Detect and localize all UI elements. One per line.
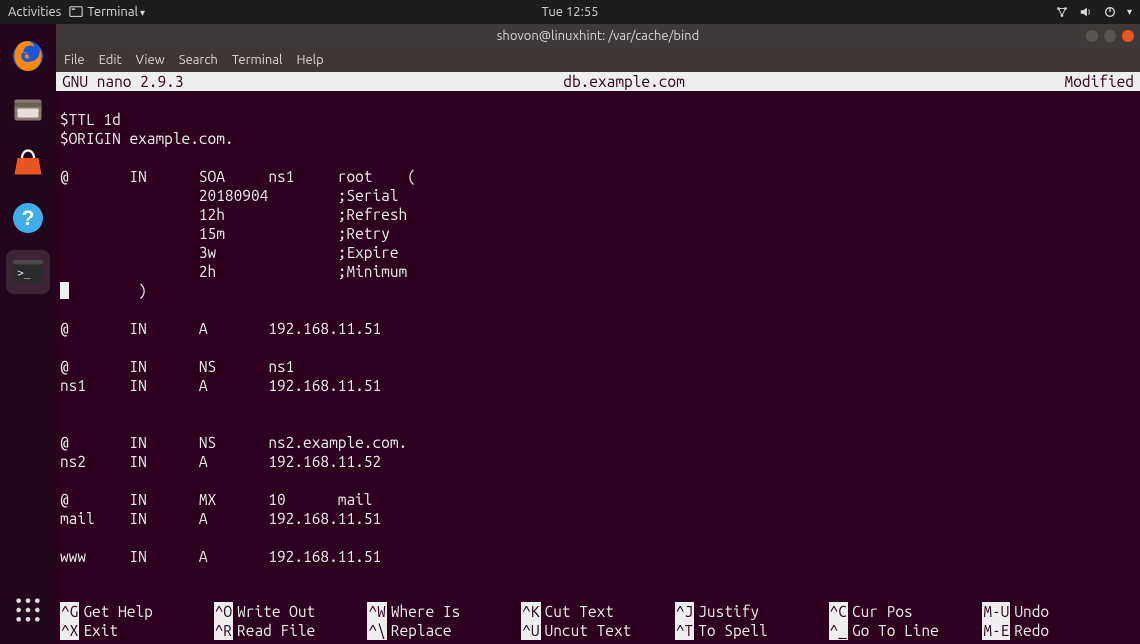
software-icon <box>10 146 46 182</box>
menu-terminal[interactable]: Terminal <box>232 53 283 67</box>
shortcut-label: Where Is <box>391 602 460 621</box>
shortcut-label: Write Out <box>237 602 315 621</box>
shortcut-label: Uncut Text <box>545 621 632 640</box>
nano-shortcut: M-ERedo <box>982 621 1136 640</box>
svg-text:?: ? <box>22 207 35 230</box>
nano-filename: db.example.com <box>184 72 1065 91</box>
window-minimize[interactable] <box>1086 30 1098 42</box>
nano-shortcut: ^K Cut Text <box>521 602 675 621</box>
shortcut-key: ^U <box>521 621 540 640</box>
shortcut-label: Cut Text <box>545 602 614 621</box>
shortcut-label: Read File <box>237 621 315 640</box>
shortcut-key: ^_ <box>829 621 848 640</box>
shortcut-label: Redo <box>1014 621 1049 640</box>
menu-view[interactable]: View <box>136 53 165 67</box>
terminal-icon: >_ <box>10 254 46 290</box>
menu-edit[interactable]: Edit <box>99 53 122 67</box>
dock-software[interactable] <box>6 142 50 186</box>
nano-editor-body[interactable]: $TTL 1d $ORIGIN example.com. @ IN SOA ns… <box>56 91 1140 602</box>
dock: ? >_ <box>0 24 56 644</box>
shortcut-label: Undo <box>1014 602 1049 621</box>
terminal-menubar: File Edit View Search Terminal Help <box>56 48 1140 72</box>
nano-shortcut: ^U Uncut Text <box>521 621 675 640</box>
help-icon: ? <box>10 200 46 236</box>
window-close[interactable] <box>1122 30 1134 42</box>
shortcut-label: Exit <box>83 621 118 640</box>
nano-shortcut: ^CCur Pos <box>829 602 983 621</box>
shortcut-key: ^X <box>60 621 79 640</box>
menu-search[interactable]: Search <box>179 53 218 67</box>
menu-file[interactable]: File <box>64 53 85 67</box>
top-app-indicator[interactable]: Terminal▾ <box>69 5 145 20</box>
window-title: shovon@linuxhint: /var/cache/bind <box>497 29 699 43</box>
shortcut-label: Go To Line <box>852 621 939 640</box>
shortcut-key: ^R <box>214 621 233 640</box>
nano-modified-flag: Modified <box>1065 72 1134 91</box>
shortcut-key: ^T <box>675 621 694 640</box>
dock-help[interactable]: ? <box>6 196 50 240</box>
shortcut-label: To Spell <box>698 621 767 640</box>
shortcut-key: ^O <box>214 602 233 621</box>
nano-shortcut: ^OWrite Out <box>214 602 368 621</box>
gnome-top-panel: Activities Terminal▾ Tue 12:55 ▾ <box>0 0 1140 24</box>
nano-shortcut: ^TTo Spell <box>675 621 829 640</box>
shortcut-key: ^W <box>367 602 386 621</box>
nano-shortcut: ^GGet Help <box>60 602 214 621</box>
shortcut-key: ^C <box>829 602 848 621</box>
nano-shortcut: M-UUndo <box>982 602 1136 621</box>
shortcut-key: ^G <box>60 602 79 621</box>
dock-firefox[interactable] <box>6 34 50 78</box>
nano-shortcut: ^JJustify <box>675 602 829 621</box>
shortcut-key: ^K <box>521 602 540 621</box>
shortcut-label: Cur Pos <box>852 602 913 621</box>
shortcut-label: Justify <box>698 602 759 621</box>
nano-shortcut: ^_Go To Line <box>829 621 983 640</box>
dock-terminal[interactable]: >_ <box>6 250 50 294</box>
window-maximize[interactable] <box>1104 30 1116 42</box>
shortcut-label: Get Help <box>83 602 152 621</box>
shortcut-key: M-U <box>982 602 1010 621</box>
apps-grid-icon <box>14 596 42 624</box>
dock-files[interactable] <box>6 88 50 132</box>
nano-shortcut: ^W Where Is <box>367 602 521 621</box>
clock[interactable]: Tue 12:55 <box>542 5 599 19</box>
svg-text:>_: >_ <box>18 268 31 280</box>
nano-shortcut: ^XExit <box>60 621 214 640</box>
nano-shortcut: ^\ Replace <box>367 621 521 640</box>
shortcut-key: ^J <box>675 602 694 621</box>
shortcut-key: M-E <box>982 621 1010 640</box>
power-icon <box>1103 5 1117 19</box>
nano-header: GNU nano 2.9.3 db.example.com Modified <box>56 72 1140 91</box>
nano-shortcuts: ^GGet Help^OWrite Out^WWhere Is^KCut Tex… <box>56 602 1140 644</box>
files-icon <box>10 92 46 128</box>
terminal-content[interactable]: GNU nano 2.9.3 db.example.com Modified $… <box>56 72 1140 644</box>
chevron-down-icon: ▾ <box>1127 6 1132 18</box>
dock-apps-grid[interactable] <box>6 588 50 632</box>
firefox-icon <box>10 38 46 74</box>
network-icon <box>1055 5 1069 19</box>
nano-shortcut: ^RRead File <box>214 621 368 640</box>
shortcut-key: ^\ <box>367 621 386 640</box>
system-tray[interactable]: ▾ <box>1055 5 1132 19</box>
volume-icon <box>1079 5 1093 19</box>
window-titlebar[interactable]: shovon@linuxhint: /var/cache/bind <box>56 24 1140 48</box>
text-cursor <box>60 282 69 299</box>
menu-help[interactable]: Help <box>296 53 323 67</box>
nano-version: GNU nano 2.9.3 <box>62 72 184 91</box>
activities-button[interactable]: Activities <box>8 5 61 19</box>
shortcut-label: Replace <box>391 621 452 640</box>
terminal-window: shovon@linuxhint: /var/cache/bind File E… <box>56 24 1140 644</box>
